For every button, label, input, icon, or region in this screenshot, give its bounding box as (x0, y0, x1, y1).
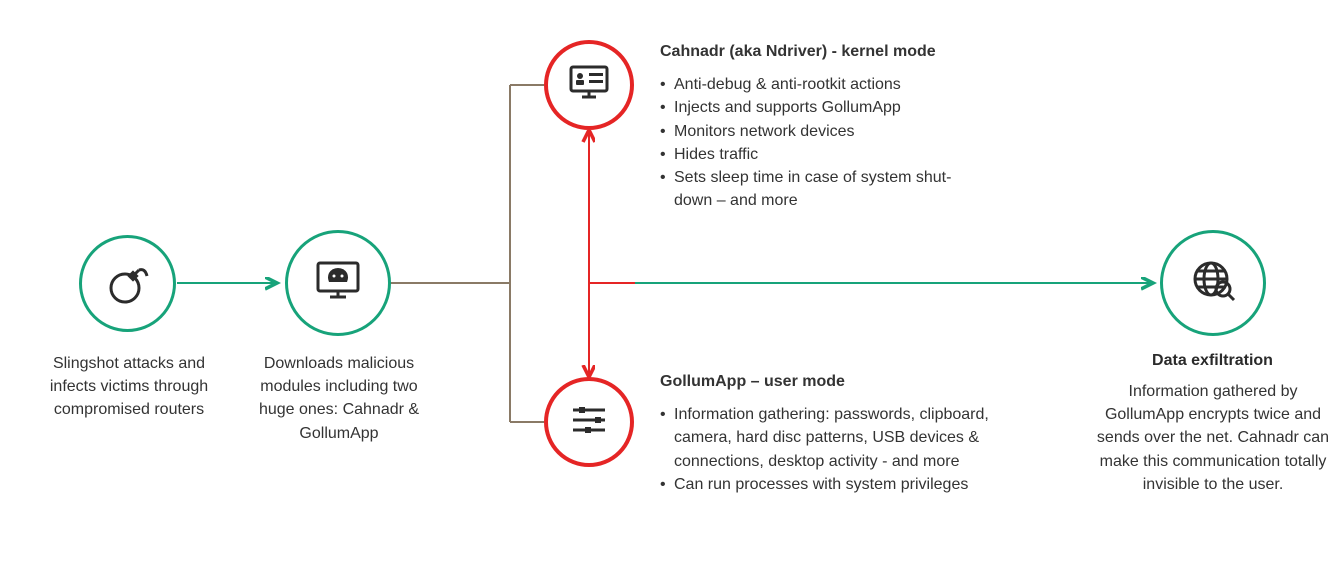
gollum-bullet: Can run processes with system privileges (660, 473, 1000, 496)
cahnadr-bullet: Sets sleep time in case of system shut-d… (660, 166, 970, 212)
bomb-icon (103, 256, 153, 311)
globe-search-icon (1185, 253, 1241, 314)
cahnadr-bullet: Injects and supports GollumApp (660, 96, 970, 119)
cahnadr-list: Anti-debug & anti-rootkit actions Inject… (660, 73, 970, 212)
cahnadr-column: Cahnadr (aka Ndriver) - kernel mode Anti… (660, 40, 970, 212)
cahnadr-bullet: Hides traffic (660, 143, 970, 166)
cahnadr-node (544, 40, 634, 130)
gollum-title: GollumApp – user mode (660, 370, 1000, 393)
entry-label: Slingshot attacks and infects victims th… (38, 352, 220, 422)
gollum-bullet: Information gathering: passwords, clipbo… (660, 403, 1000, 473)
cahnadr-bullet: Monitors network devices (660, 120, 970, 143)
download-node (285, 230, 391, 336)
gollum-node (544, 377, 634, 467)
exfil-title: Data exfiltration (1100, 352, 1325, 370)
cahnadr-bullet: Anti-debug & anti-rootkit actions (660, 73, 970, 96)
download-label: Downloads malicious modules including tw… (250, 352, 428, 445)
exfil-node (1160, 230, 1266, 336)
monitor-malware-icon (310, 253, 366, 314)
gollum-column: GollumApp – user mode Information gather… (660, 370, 1000, 496)
entry-node (79, 235, 176, 332)
id-monitor-icon (565, 59, 613, 112)
exfil-desc: Information gathered by GollumApp encryp… (1093, 380, 1333, 496)
gollum-list: Information gathering: passwords, clipbo… (660, 403, 1000, 496)
sliders-icon (565, 396, 613, 449)
cahnadr-title: Cahnadr (aka Ndriver) - kernel mode (660, 40, 970, 63)
diagram-stage: Slingshot attacks and infects victims th… (0, 0, 1342, 566)
